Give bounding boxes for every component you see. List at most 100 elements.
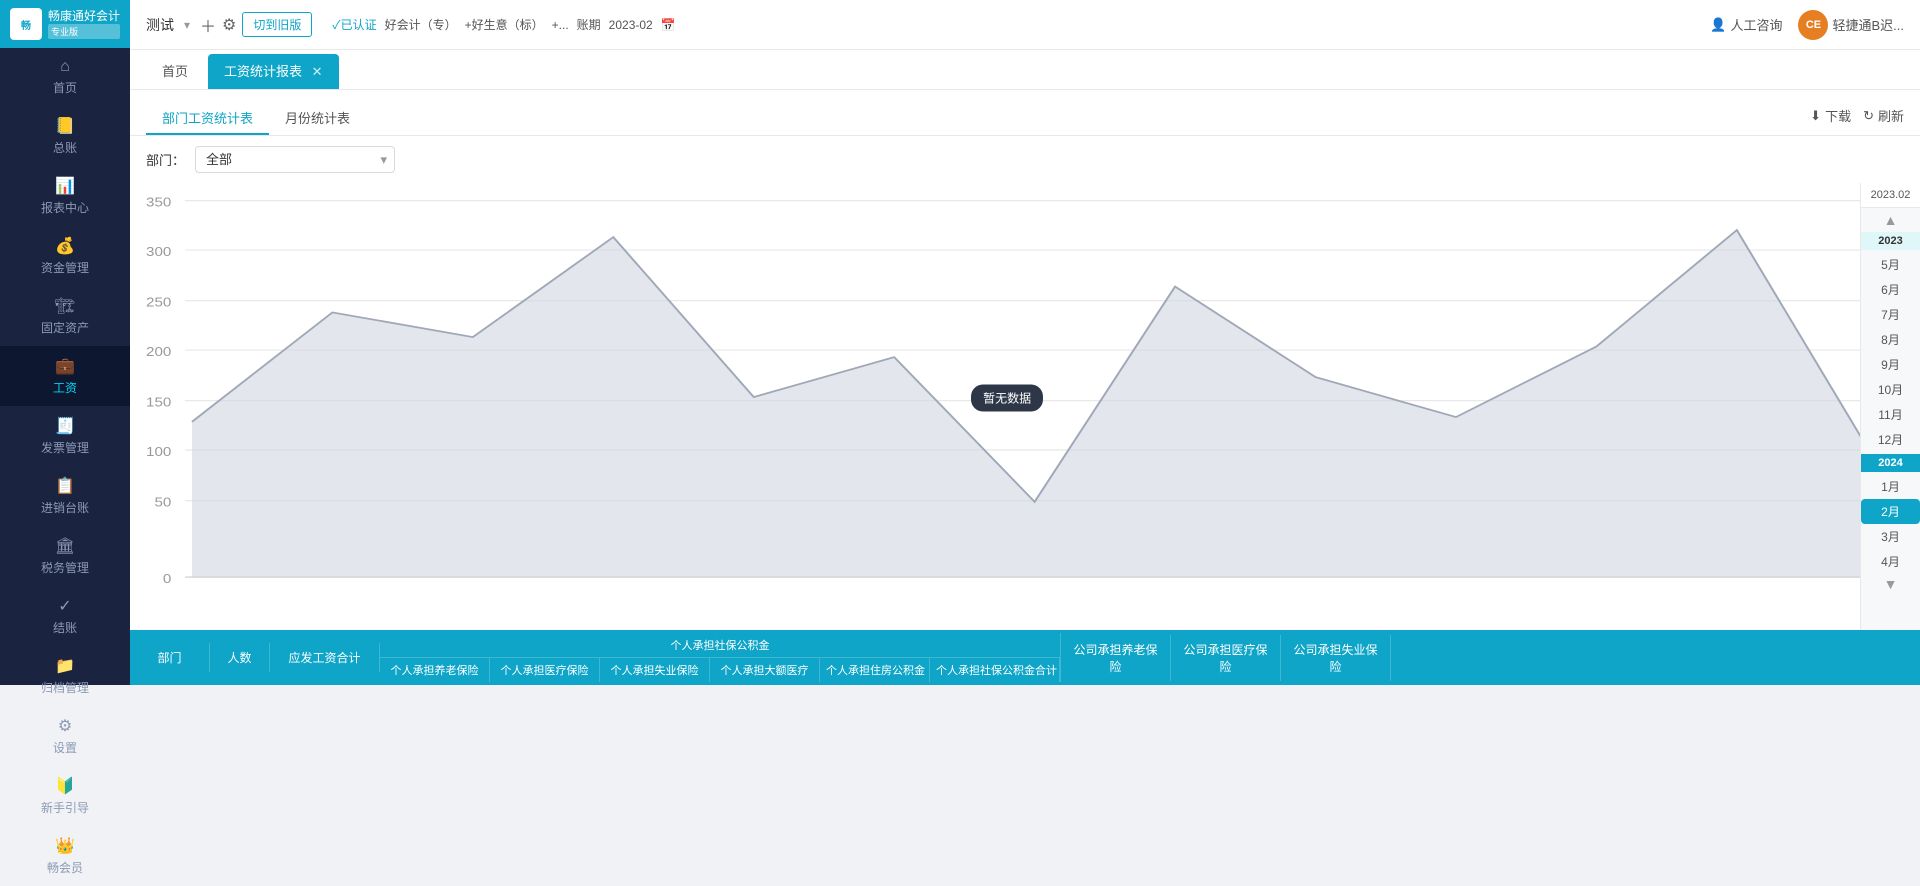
svg-text:0: 0 — [163, 571, 172, 586]
sidebar-label-checkout: 结账 — [53, 619, 77, 636]
user-item[interactable]: CE 轻捷通B迟... — [1798, 10, 1904, 40]
sidebar-label-guide: 新手引导 — [41, 799, 89, 816]
logo-text-wrap: 畅康通好会计 专业版 — [48, 9, 120, 40]
sidebar-item-archive[interactable]: 📁 归档管理 — [0, 646, 130, 706]
month-1[interactable]: 1月 — [1861, 474, 1920, 499]
topbar-status: ✓已认证 好会计（专） +好生意（标） +... 账期 2023-02 📅 — [332, 16, 675, 33]
sidebar-item-sales[interactable]: 📋 进销台账 — [0, 466, 130, 526]
sidebar-icon-sales: 📋 — [55, 476, 75, 496]
dept-select-wrap: 全部 财务部 人事部 研发部 销售部 ▾ — [195, 146, 395, 173]
sidebar-item-ledger[interactable]: 📒 总账 — [0, 106, 130, 166]
month-9[interactable]: 9月 — [1861, 352, 1920, 377]
th-company-pension: 公司承担养老保险 — [1061, 635, 1171, 681]
topbar-dropdown-arrow[interactable]: ▾ — [184, 18, 190, 32]
month-6[interactable]: 6月 — [1861, 277, 1920, 302]
sidebar-item-invoice[interactable]: 🧾 发票管理 — [0, 406, 130, 466]
topbar-add-btn[interactable]: ＋ — [200, 13, 216, 37]
download-btn[interactable]: ⬇ 下载 — [1810, 102, 1851, 129]
sidebar-label-sales: 进销台账 — [41, 499, 89, 516]
sidebar-item-member[interactable]: 👑 畅会员 — [0, 826, 130, 886]
tab-home[interactable]: 首页 — [146, 54, 204, 89]
chart-tooltip: 暂无数据 — [971, 384, 1043, 411]
refresh-btn[interactable]: ↻ 刷新 — [1863, 102, 1904, 129]
user-label: 轻捷通B迟... — [1832, 15, 1904, 34]
sidebar-item-salary[interactable]: 💼 工资 — [0, 346, 130, 406]
svg-text:300: 300 — [146, 244, 171, 259]
sidebar-icon-archive: 📁 — [55, 656, 75, 676]
sidebar-items-container: ⌂ 首页 📒 总账 📊 报表中心 💰 资金管理 🏗 固定资产 💼 工资 🧾 发票… — [0, 48, 130, 886]
month-12[interactable]: 12月 — [1861, 427, 1920, 452]
topbar-actions: ＋ ⚙ 切到旧版 — [200, 12, 312, 37]
sidebar-label-ledger: 总账 — [53, 139, 77, 156]
refresh-icon: ↻ — [1863, 108, 1874, 124]
period-label: 账期 — [577, 16, 601, 33]
svg-text:250: 250 — [146, 295, 171, 310]
sidebar-icon-ledger: 📒 — [55, 116, 75, 136]
period-value: 2023-02 — [609, 18, 653, 32]
sidebar-icon-salary: 💼 — [55, 356, 75, 376]
sidebar-item-home[interactable]: ⌂ 首页 — [0, 48, 130, 106]
month-7[interactable]: 7月 — [1861, 302, 1920, 327]
month-11[interactable]: 11月 — [1861, 402, 1920, 427]
sidebar-label-assets: 固定资产 — [41, 319, 89, 336]
help-btn[interactable]: 👤 人工咨询 — [1710, 15, 1782, 34]
month-10[interactable]: 10月 — [1861, 377, 1920, 402]
sidebar-label-invoice: 发票管理 — [41, 439, 89, 456]
tab-salary-stats[interactable]: 工资统计报表 ✕ — [208, 54, 339, 89]
svg-text:200: 200 — [146, 344, 171, 359]
th-group-sub: 个人承担养老保险 个人承担医疗保险 个人承担失业保险 个人承担大额医疗 个人承担… — [380, 658, 1060, 682]
table-header: 部门 人数 应发工资合计 个人承担社保公积金 个人承担养老保险 个人承担医疗保险… — [130, 630, 1920, 685]
chart-area: 350 300 250 200 150 100 50 0 — [130, 183, 1920, 630]
sidebar-icon-reports: 📊 — [55, 176, 75, 196]
sidebar-item-settings[interactable]: ⚙ 设置 — [0, 706, 130, 766]
th-personal-medical: 个人承担医疗保险 — [490, 658, 600, 682]
month-5[interactable]: 5月 — [1861, 252, 1920, 277]
month-8[interactable]: 8月 — [1861, 327, 1920, 352]
topbar-settings-btn[interactable]: ⚙ — [222, 15, 236, 35]
sidebar-icon-checkout: ✓ — [58, 596, 71, 616]
sub-tab-monthly[interactable]: 月份统计表 — [269, 102, 366, 135]
date-next-btn[interactable]: ▼ — [1882, 574, 1900, 594]
sidebar-item-checkout[interactable]: ✓ 结账 — [0, 586, 130, 646]
dept-select[interactable]: 全部 财务部 人事部 研发部 销售部 — [195, 146, 395, 173]
sub-tab-dept[interactable]: 部门工资统计表 — [146, 102, 269, 135]
month-3[interactable]: 3月 — [1861, 524, 1920, 549]
tab-bar: 首页 工资统计报表 ✕ — [130, 50, 1920, 90]
good-account-status: 好会计（专） — [385, 16, 457, 33]
th-personal-total: 个人承担社保公积金合计 — [930, 658, 1060, 682]
sidebar-label-funds: 资金管理 — [41, 259, 89, 276]
sidebar-item-tax[interactable]: 🏛 税务管理 — [0, 526, 130, 586]
sidebar-label-reports: 报表中心 — [41, 199, 89, 216]
tab-close-btn[interactable]: ✕ — [312, 64, 323, 79]
sidebar-label-home: 首页 — [53, 79, 77, 96]
month-2-active[interactable]: 2月 — [1861, 499, 1920, 524]
sidebar-item-reports[interactable]: 📊 报表中心 — [0, 166, 130, 226]
svg-text:50: 50 — [154, 495, 171, 510]
th-count: 人数 — [210, 643, 270, 672]
avatar: CE — [1798, 10, 1828, 40]
th-company-unemployment: 公司承担失业保险 — [1281, 635, 1391, 681]
main-content: 测试 ▾ ＋ ⚙ 切到旧版 ✓已认证 好会计（专） +好生意（标） +... 账… — [130, 0, 1920, 685]
sidebar-item-assets[interactable]: 🏗 固定资产 — [0, 286, 130, 346]
th-personal-housing: 个人承担住房公积金 — [820, 658, 930, 682]
topbar-title: 测试 — [146, 15, 174, 35]
sidebar-icon-funds: 💰 — [55, 236, 75, 256]
sidebar-label-archive: 归档管理 — [41, 679, 89, 696]
th-company-medical: 公司承担医疗保险 — [1171, 635, 1281, 681]
help-label: 人工咨询 — [1730, 15, 1782, 34]
switch-version-btn[interactable]: 切到旧版 — [242, 12, 312, 37]
th-personal-large-medical: 个人承担大额医疗 — [710, 658, 820, 682]
sidebar-label-member: 畅会员 — [47, 859, 83, 876]
sidebar-item-guide[interactable]: 🔰 新手引导 — [0, 766, 130, 826]
logo-badge: 专业版 — [48, 24, 120, 39]
date-prev-btn[interactable]: ▲ — [1882, 210, 1900, 230]
month-4[interactable]: 4月 — [1861, 549, 1920, 574]
topbar-right: 👤 人工咨询 CE 轻捷通B迟... — [1710, 10, 1904, 40]
year-2024: 2024 — [1861, 454, 1920, 472]
calendar-icon[interactable]: 📅 — [661, 18, 676, 32]
sidebar-item-funds[interactable]: 💰 资金管理 — [0, 226, 130, 286]
topbar: 测试 ▾ ＋ ⚙ 切到旧版 ✓已认证 好会计（专） +好生意（标） +... 账… — [130, 0, 1920, 50]
logo-text: 畅康通好会计 — [48, 9, 120, 25]
th-group-title: 个人承担社保公积金 — [380, 633, 1060, 658]
content-area: 部门工资统计表 月份统计表 ⬇ 下载 ↻ 刷新 部门： 全部 财务部 人 — [130, 90, 1920, 685]
